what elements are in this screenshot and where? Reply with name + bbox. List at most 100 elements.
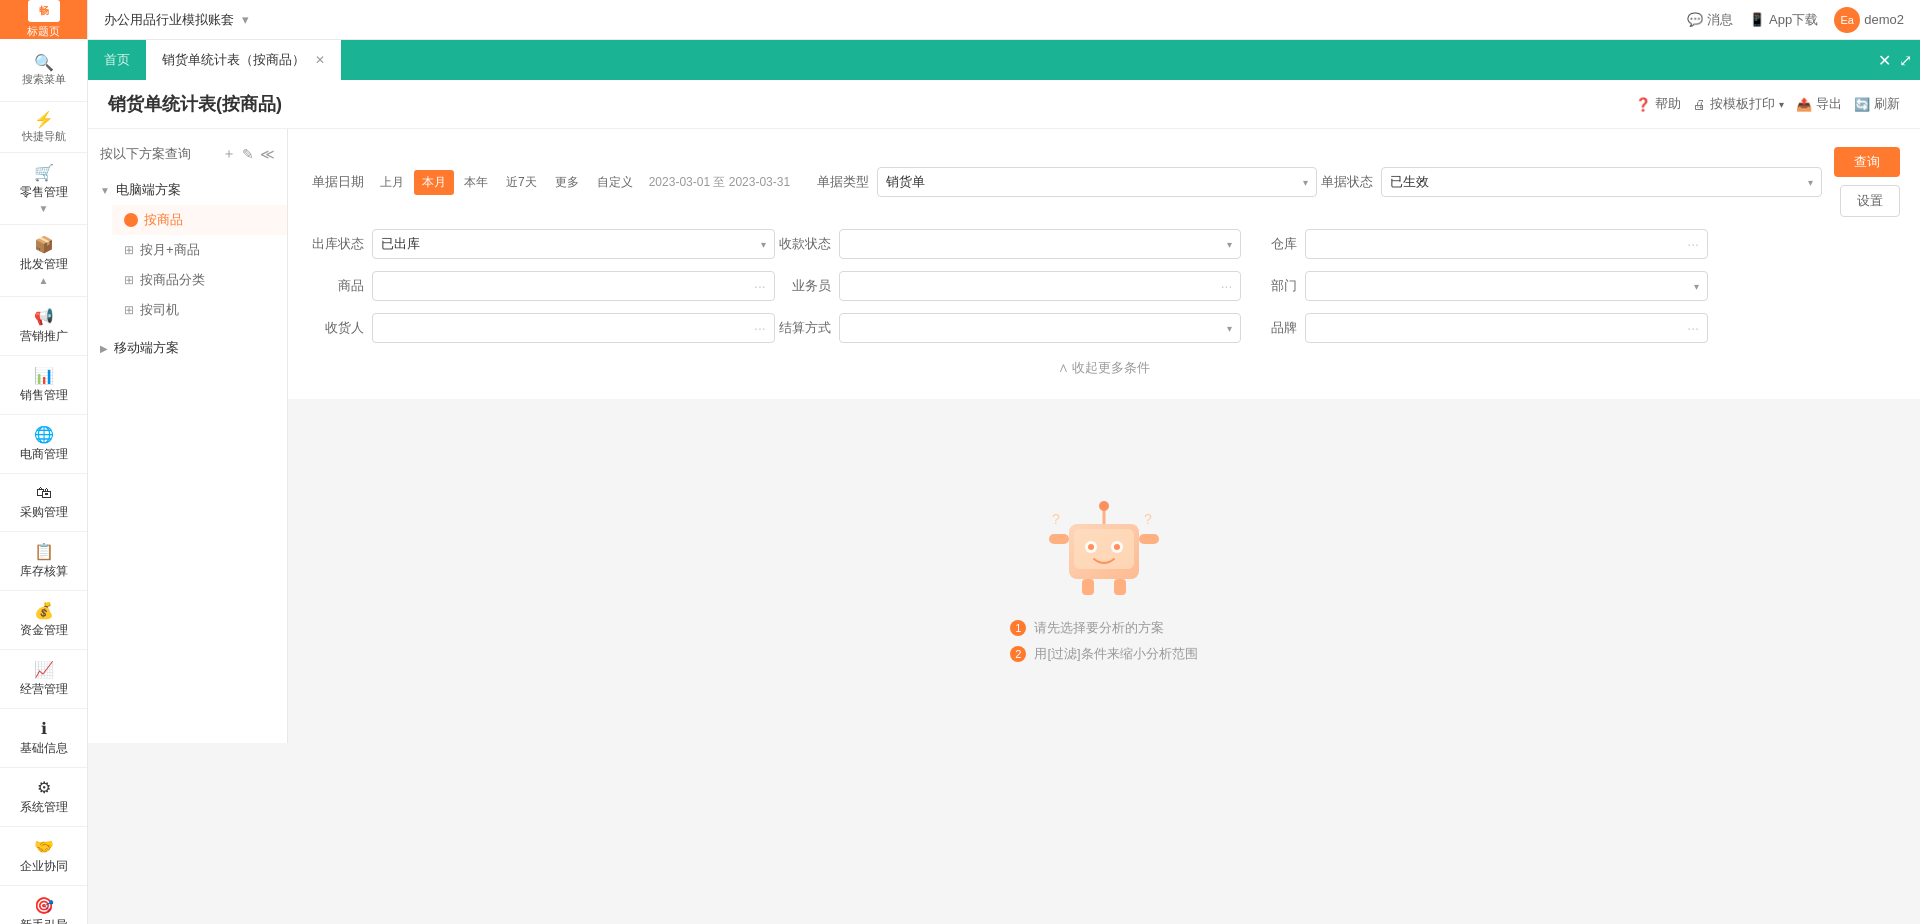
filter-brand: 品牌 ··· xyxy=(1241,313,1708,343)
quick-nav-btn[interactable]: ⚡ 快捷导航 xyxy=(0,102,87,153)
sidebar-item-inventory[interactable]: 📋 库存核算 xyxy=(0,532,87,591)
svg-point-7 xyxy=(1099,501,1109,511)
department-select[interactable]: ▾ xyxy=(1305,271,1708,301)
filter-warehouse: 仓库 ··· xyxy=(1241,229,1708,259)
brand-input[interactable]: ··· xyxy=(1305,313,1708,343)
salesperson-input[interactable]: ··· xyxy=(839,271,1242,301)
date-tab-7days[interactable]: 近7天 xyxy=(498,170,545,195)
sidebar-item-purchase[interactable]: 🛍 采购管理 xyxy=(0,474,87,532)
svg-text:?: ? xyxy=(1144,511,1152,527)
goods-more[interactable]: ··· xyxy=(754,278,766,294)
date-tab-current-year[interactable]: 本年 xyxy=(456,170,496,195)
app-download-btn[interactable]: 📱 App下载 xyxy=(1749,11,1818,29)
help-btn[interactable]: ❓ 帮助 xyxy=(1635,95,1681,113)
sidebar: 畅 标题页 🔍 搜索菜单 ⚡ 快捷导航 🛒 零售管理 ▼ 📦 批发管理 ▲ 📢 … xyxy=(0,0,88,924)
tab-close-window[interactable]: ✕ xyxy=(1878,51,1891,70)
scheme-by-goods[interactable]: 按商品 xyxy=(112,205,287,235)
page-content: 销货单统计表(按商品) ❓ 帮助 🖨 按模板打印 ▾ 📤 导出 🔄 刷新 xyxy=(88,80,1920,924)
filter-goods: 商品 ··· xyxy=(308,271,775,301)
edit-scheme-btn[interactable]: ✎ xyxy=(242,146,254,162)
sidebar-item-basic[interactable]: ℹ 基础信息 xyxy=(0,709,87,768)
svg-rect-11 xyxy=(1139,534,1159,544)
query-buttons: 查询 设置 xyxy=(1834,147,1900,217)
empty-tip-1: 1 请先选择要分析的方案 xyxy=(1010,619,1197,637)
add-scheme-btn[interactable]: ＋ xyxy=(222,145,236,163)
sidebar-item-system[interactable]: ⚙ 系统管理 xyxy=(0,768,87,827)
panel-section-mobile: ▶ 移动端方案 xyxy=(88,329,287,367)
collapse-panel-btn[interactable]: ≪ xyxy=(260,146,275,162)
date-tab-custom[interactable]: 自定义 xyxy=(589,170,641,195)
tab-bar: 首页 销货单统计表（按商品） ✕ ✕ ⤢ xyxy=(88,40,1920,80)
tab-home[interactable]: 首页 xyxy=(88,40,146,80)
date-tabs: 上月 本月 本年 近7天 更多 自定义 xyxy=(372,170,641,195)
sidebar-item-operation[interactable]: 📈 经营管理 xyxy=(0,650,87,709)
empty-illustration: ? ? xyxy=(1044,479,1164,599)
settings-btn[interactable]: 设置 xyxy=(1840,185,1900,217)
sidebar-item-sales[interactable]: 📊 销售管理 xyxy=(0,356,87,415)
filter-payment: 结算方式 ▾ xyxy=(775,313,1242,343)
panel-section-pc-header[interactable]: ▼ 电脑端方案 xyxy=(88,175,287,205)
sidebar-item-ecommerce[interactable]: 🌐 电商管理 xyxy=(0,415,87,474)
filter-recv-status: 收款状态 ▾ xyxy=(775,229,1242,259)
logo-label: 标题页 xyxy=(27,24,60,39)
print-btn[interactable]: 🖨 按模板打印 ▾ xyxy=(1693,95,1784,113)
filter-doc-status: 单据状态 已生效 ▾ xyxy=(1317,167,1822,197)
date-tab-current-month[interactable]: 本月 xyxy=(414,170,454,195)
sidebar-item-wholesale[interactable]: 📦 批发管理 ▲ xyxy=(0,225,87,297)
doc-type-arrow: ▾ xyxy=(1303,177,1308,188)
recv-status-select[interactable]: ▾ xyxy=(839,229,1242,259)
user-profile[interactable]: Ea demo2 xyxy=(1834,7,1904,33)
top-header: 办公用品行业模拟账套 ▾ 💬 消息 📱 App下载 Ea demo2 xyxy=(88,0,1920,40)
tab-stats[interactable]: 销货单统计表（按商品） ✕ xyxy=(146,40,341,80)
filter-section: 单据日期 上月 本月 本年 近7天 更多 自定义 2023-03-01 至 20… xyxy=(288,129,1920,399)
tab-maximize-window[interactable]: ⤢ xyxy=(1899,51,1912,70)
warehouse-input[interactable]: ··· xyxy=(1305,229,1708,259)
brand-more[interactable]: ··· xyxy=(1687,320,1699,336)
receiver-more[interactable]: ··· xyxy=(754,320,766,336)
out-status-select[interactable]: 已出库 ▾ xyxy=(372,229,775,259)
svg-point-4 xyxy=(1088,544,1094,550)
goods-input[interactable]: ··· xyxy=(372,271,775,301)
sidebar-item-retail[interactable]: 🛒 零售管理 ▼ xyxy=(0,153,87,225)
filter-department: 部门 ▾ xyxy=(1241,271,1708,301)
left-panel-actions: ＋ ✎ ≪ xyxy=(222,145,275,163)
sidebar-item-newbie[interactable]: 🎯 新手引导 xyxy=(0,886,87,924)
filter-row-3: 商品 ··· 业务员 ··· xyxy=(308,265,1900,307)
scheme-by-month-goods[interactable]: ⊞ 按月+商品 xyxy=(112,235,287,265)
payment-select[interactable]: ▾ xyxy=(839,313,1242,343)
sidebar-item-enterprise[interactable]: 🤝 企业协同 xyxy=(0,827,87,886)
refresh-btn[interactable]: 🔄 刷新 xyxy=(1854,95,1900,113)
message-btn[interactable]: 💬 消息 xyxy=(1687,11,1733,29)
user-avatar: Ea xyxy=(1834,7,1860,33)
filter-receiver: 收货人 ··· xyxy=(308,313,775,343)
receiver-input[interactable]: ··· xyxy=(372,313,775,343)
search-menu-btn[interactable]: 🔍 搜索菜单 xyxy=(16,47,72,93)
salesperson-more[interactable]: ··· xyxy=(1221,278,1233,294)
svg-text:?: ? xyxy=(1052,511,1060,527)
panel-section-pc: ▼ 电脑端方案 按商品 ⊞ 按月+商品 ⊞ xyxy=(88,171,287,329)
export-btn[interactable]: 📤 导出 xyxy=(1796,95,1842,113)
panel-section-mobile-header[interactable]: ▶ 移动端方案 xyxy=(88,333,287,363)
filter-row-1: 单据日期 上月 本月 本年 近7天 更多 自定义 2023-03-01 至 20… xyxy=(308,141,1900,223)
tab-close-btn[interactable]: ✕ xyxy=(315,53,325,67)
svg-rect-10 xyxy=(1049,534,1069,544)
date-range-display: 2023-03-01 至 2023-03-31 xyxy=(649,174,790,191)
app-logo[interactable]: 畅 标题页 xyxy=(0,0,88,39)
doc-status-arrow: ▾ xyxy=(1808,177,1813,188)
sidebar-item-finance[interactable]: 💰 资金管理 xyxy=(0,591,87,650)
dropdown-arrow[interactable]: ▾ xyxy=(242,12,249,27)
doc-status-select[interactable]: 已生效 ▾ xyxy=(1381,167,1822,197)
filter-row-2: 出库状态 已出库 ▾ 收款状态 ▾ xyxy=(308,223,1900,265)
warehouse-more[interactable]: ··· xyxy=(1687,236,1699,252)
scheme-by-driver[interactable]: ⊞ 按司机 xyxy=(112,295,287,325)
date-tab-more[interactable]: 更多 xyxy=(547,170,587,195)
doc-type-select[interactable]: 销货单 ▾ xyxy=(877,167,1318,197)
scheme-by-category[interactable]: ⊞ 按商品分类 xyxy=(112,265,287,295)
empty-tip-2: 2 用[过滤]条件来缩小分析范围 xyxy=(1010,645,1197,663)
query-btn[interactable]: 查询 xyxy=(1834,147,1900,177)
sidebar-item-marketing[interactable]: 📢 营销推广 xyxy=(0,297,87,356)
content-wrapper: 按以下方案查询 ＋ ✎ ≪ ▼ 电脑端方案 xyxy=(88,129,1920,743)
collapse-filters-btn[interactable]: ∧ 收起更多条件 xyxy=(308,349,1900,387)
filter-salesperson: 业务员 ··· xyxy=(775,271,1242,301)
date-tab-last-month[interactable]: 上月 xyxy=(372,170,412,195)
